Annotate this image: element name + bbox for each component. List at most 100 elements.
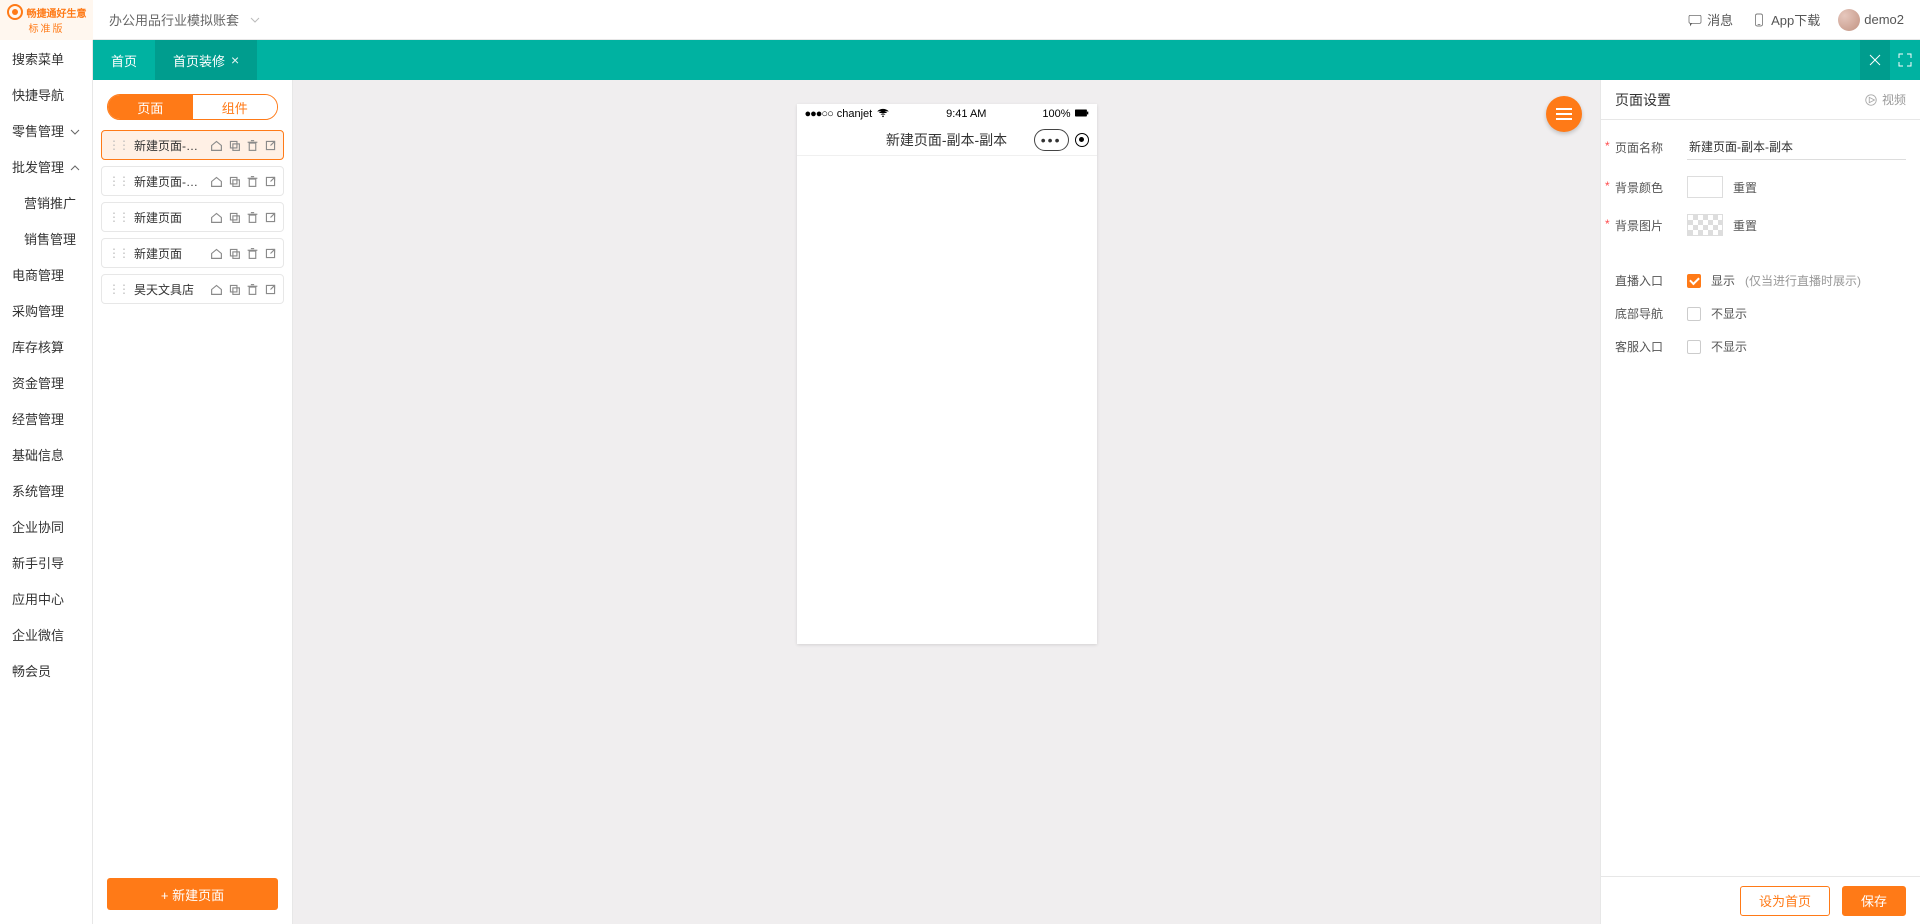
- sidebar-item-wholesale[interactable]: 批发管理: [0, 148, 92, 184]
- live-checkbox[interactable]: [1687, 274, 1701, 288]
- bgcolor-swatch[interactable]: [1687, 176, 1723, 198]
- copy-icon[interactable]: [227, 210, 241, 224]
- bgimg-reset-button[interactable]: 重置: [1733, 217, 1757, 234]
- live-show-label: 显示: [1711, 272, 1735, 289]
- canvas: ●●●○○ chanjet 9:41 AM 100% 新建页面-副本-副本: [293, 80, 1600, 924]
- sidebar-item-appcenter[interactable]: 应用中心: [0, 580, 92, 616]
- tab-bar: 首页 首页装修 ×: [93, 40, 1920, 80]
- external-icon[interactable]: [263, 174, 277, 188]
- page-list-panel: 页面 组件 ⋮⋮ 新建页面-副本...: [93, 80, 293, 924]
- page-list-item[interactable]: ⋮⋮ 昊天文具店: [101, 274, 284, 304]
- sidebar-item-operate[interactable]: 经营管理: [0, 400, 92, 436]
- delete-icon[interactable]: [245, 138, 259, 152]
- home-icon[interactable]: [209, 174, 223, 188]
- video-help-button[interactable]: 视频: [1864, 91, 1906, 108]
- drag-handle-icon[interactable]: ⋮⋮: [108, 138, 128, 152]
- copy-icon[interactable]: [227, 138, 241, 152]
- bgimg-swatch[interactable]: [1687, 214, 1723, 236]
- topbar: 畅捷通好生意 标准版 办公用品行业模拟账套 消息 App下载 demo2: [0, 0, 1920, 40]
- drag-handle-icon[interactable]: ⋮⋮: [108, 210, 128, 224]
- brand-mark-icon: [7, 4, 23, 20]
- sidebar-item-stock[interactable]: 库存核算: [0, 328, 92, 364]
- sidebar-item-finance[interactable]: 资金管理: [0, 364, 92, 400]
- sidebar-item-retail[interactable]: 零售管理: [0, 112, 92, 148]
- delete-icon[interactable]: [245, 174, 259, 188]
- copy-icon[interactable]: [227, 174, 241, 188]
- sidebar-item-ecom[interactable]: 电商管理: [0, 256, 92, 292]
- home-icon[interactable]: [209, 210, 223, 224]
- label-service: 客服入口: [1615, 338, 1677, 355]
- time-label: 9:41 AM: [946, 108, 986, 120]
- sidebar-item-purchase[interactable]: 采购管理: [0, 292, 92, 328]
- tenant-name: 办公用品行业模拟账套: [109, 10, 239, 29]
- close-target-icon[interactable]: [1075, 133, 1089, 147]
- download-label: App下载: [1771, 10, 1820, 29]
- external-icon[interactable]: [263, 138, 277, 152]
- wifi-icon: [876, 108, 890, 121]
- sidebar-item-guide[interactable]: 新手引导: [0, 544, 92, 580]
- battery-label: 100%: [1042, 108, 1070, 120]
- new-page-button[interactable]: + 新建页面: [107, 878, 278, 910]
- phone-title: 新建页面-副本-副本: [886, 130, 1007, 150]
- set-home-button[interactable]: 设为首页: [1740, 886, 1830, 916]
- drawer-toggle-button[interactable]: [1546, 96, 1582, 132]
- page-item-label: 新建页面: [134, 209, 203, 226]
- sidebar-item-quicknav[interactable]: 快捷导航: [0, 76, 92, 112]
- service-checkbox[interactable]: [1687, 340, 1701, 354]
- sidebar-item-sales[interactable]: 销售管理: [0, 220, 92, 256]
- external-icon[interactable]: [263, 210, 277, 224]
- tab-decorate[interactable]: 首页装修 ×: [155, 40, 257, 80]
- avatar-icon: [1838, 9, 1860, 31]
- sidebar-item-wechat[interactable]: 企业微信: [0, 616, 92, 652]
- sidebar-item-marketing[interactable]: 营销推广: [0, 184, 92, 220]
- home-icon[interactable]: [209, 282, 223, 296]
- sidebar-item-member[interactable]: 畅会员: [0, 652, 92, 688]
- sidebar-item-collab[interactable]: 企业协同: [0, 508, 92, 544]
- caret-up-icon: [70, 161, 80, 171]
- delete-icon[interactable]: [245, 210, 259, 224]
- phone-icon: [1751, 12, 1767, 28]
- segment-component[interactable]: 组件: [193, 95, 278, 119]
- drag-handle-icon[interactable]: ⋮⋮: [108, 246, 128, 260]
- page-list-item[interactable]: ⋮⋮ 新建页面: [101, 238, 284, 268]
- copy-icon[interactable]: [227, 282, 241, 296]
- page-name-input[interactable]: [1687, 134, 1906, 160]
- drag-handle-icon[interactable]: ⋮⋮: [108, 282, 128, 296]
- home-icon[interactable]: [209, 246, 223, 260]
- sidebar-item-system[interactable]: 系统管理: [0, 472, 92, 508]
- delete-icon[interactable]: [245, 282, 259, 296]
- download-button[interactable]: App下载: [1751, 10, 1820, 29]
- messages-button[interactable]: 消息: [1687, 10, 1733, 29]
- bottomnav-checkbox[interactable]: [1687, 307, 1701, 321]
- sidebar: 搜索菜单 快捷导航 零售管理 批发管理 营销推广 销售管理 电商管理 采购管理 …: [0, 40, 93, 924]
- page-list-item[interactable]: ⋮⋮ 新建页面-副本...: [101, 130, 284, 160]
- tab-close-all-button[interactable]: [1860, 40, 1890, 80]
- page-list: ⋮⋮ 新建页面-副本... ⋮⋮ 新建页面-副本: [93, 130, 292, 870]
- settings-panel: 页面设置 视频 页面名称 背景颜色 重置: [1600, 80, 1920, 924]
- tab-home[interactable]: 首页: [93, 40, 155, 80]
- bgcolor-reset-button[interactable]: 重置: [1733, 179, 1757, 196]
- copy-icon[interactable]: [227, 246, 241, 260]
- save-button[interactable]: 保存: [1842, 886, 1906, 916]
- tenant-select[interactable]: 办公用品行业模拟账套: [109, 10, 261, 29]
- messages-label: 消息: [1707, 10, 1733, 29]
- service-hide-label: 不显示: [1711, 338, 1747, 355]
- user-menu[interactable]: demo2: [1838, 9, 1904, 31]
- sidebar-item-basic[interactable]: 基础信息: [0, 436, 92, 472]
- label-bgcolor: 背景颜色: [1615, 179, 1677, 196]
- close-icon[interactable]: ×: [231, 52, 239, 68]
- delete-icon[interactable]: [245, 246, 259, 260]
- menu-icon: [1555, 107, 1573, 121]
- external-icon[interactable]: [263, 246, 277, 260]
- chevron-down-icon: [249, 14, 261, 26]
- sidebar-item-search[interactable]: 搜索菜单: [0, 40, 92, 76]
- fullscreen-button[interactable]: [1890, 40, 1920, 80]
- page-list-item[interactable]: ⋮⋮ 新建页面: [101, 202, 284, 232]
- drag-handle-icon[interactable]: ⋮⋮: [108, 174, 128, 188]
- play-icon: [1864, 93, 1878, 107]
- home-icon[interactable]: [209, 138, 223, 152]
- page-list-item[interactable]: ⋮⋮ 新建页面-副本: [101, 166, 284, 196]
- battery-icon: [1075, 108, 1089, 121]
- segment-page[interactable]: 页面: [108, 95, 193, 119]
- external-icon[interactable]: [263, 282, 277, 296]
